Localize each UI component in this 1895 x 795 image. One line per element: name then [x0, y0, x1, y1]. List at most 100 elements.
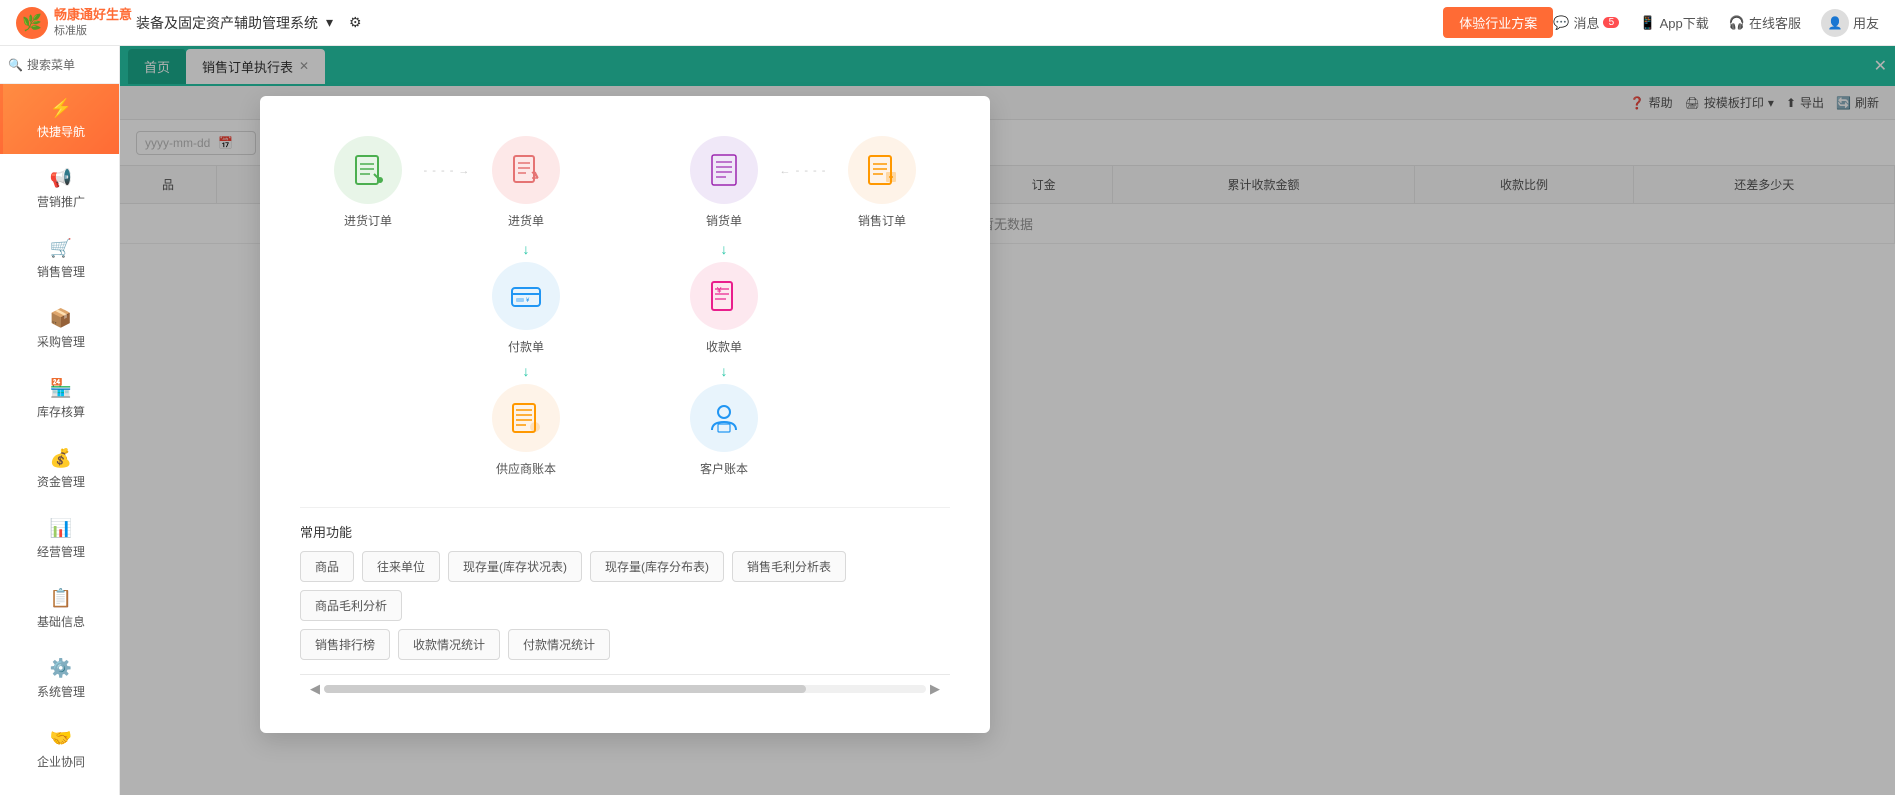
customer-ledger-label: 客户账本 [700, 460, 748, 477]
sales-bill-label: 销货单 [706, 212, 742, 229]
svg-text:¥: ¥ [716, 286, 722, 295]
receipt-label: 收款单 [706, 338, 742, 355]
arrow-purchase-order-to-bill: - - - - → [402, 165, 492, 201]
sidebar-item-inventory[interactable]: 🏪 库存核算 [0, 364, 119, 434]
scroll-track[interactable] [324, 685, 926, 693]
flow-node-purchase-bill[interactable]: 进货单 [492, 136, 560, 229]
spacer-right2 [848, 237, 916, 355]
flow-node-payment[interactable]: ¥ 付款单 [492, 262, 560, 355]
flow-node-purchase-order[interactable]: 进货订单 [334, 136, 402, 229]
spacer-mid2 [560, 237, 690, 355]
logo: 🌿 畅康通好生意 标准版 [16, 7, 136, 39]
scroll-right-icon[interactable]: ▶ [930, 681, 940, 697]
btn-goods-gross[interactable]: 商品毛利分析 [300, 590, 402, 621]
customer-ledger-col: ↓ 客户账本 [690, 359, 758, 477]
arrow-purchase-to-payment: ↓ [523, 237, 530, 262]
system-title: 装备及固定资产辅助管理系统 [136, 13, 318, 33]
sales-order-circle [848, 136, 916, 204]
purchase-icon: 📦 [50, 308, 72, 329]
basics-icon: 📋 [50, 588, 72, 609]
sales-bill-circle [690, 136, 758, 204]
customer-ledger-circle [690, 384, 758, 452]
scroll-left-icon[interactable]: ◀ [310, 681, 320, 697]
btn-partners[interactable]: 往来单位 [362, 551, 440, 582]
left-col-flow [334, 237, 402, 355]
sidebar: 🔍 搜索菜单 ⚡ 快捷导航 📢 营销推广 🛒 销售管理 📦 采购管理 🏪 库存核… [0, 46, 120, 795]
supplier-ledger-circle [492, 384, 560, 452]
finance-icon: 💰 [50, 448, 72, 469]
arrow-sales-order-to-bill: ← - - - - [758, 165, 848, 201]
sidebar-item-sales[interactable]: 🛒 销售管理 [0, 224, 119, 294]
flow-node-sales-order[interactable]: 销售订单 [848, 136, 916, 229]
spacer-left [402, 237, 492, 355]
flow-node-customer-ledger[interactable]: 客户账本 [690, 384, 758, 477]
scroll-bar-area: ◀ ▶ [300, 674, 950, 703]
sidebar-item-system[interactable]: ⚙️ 系统管理 [0, 644, 119, 714]
logo-icon: 🌿 [16, 7, 48, 39]
scroll-thumb [324, 685, 806, 693]
title-dropdown-icon[interactable]: ▾ [326, 14, 333, 31]
message-icon: 💬 [1553, 15, 1569, 31]
modal-overlay[interactable]: 进货订单 - - - - → [120, 46, 1895, 795]
app-download-button[interactable]: 📱 App下载 [1639, 13, 1708, 32]
search-menu-button[interactable]: 🔍 搜索菜单 [0, 46, 119, 84]
quick-nav-icon: ⚡ [50, 98, 72, 119]
purchase-bill-circle [492, 136, 560, 204]
payment-label: 付款单 [508, 338, 544, 355]
operations-icon: 📊 [50, 518, 72, 539]
supplier-ledger-col: ↓ [492, 359, 560, 477]
btn-payment-stats[interactable]: 付款情况统计 [508, 629, 610, 660]
sidebar-item-cooperation[interactable]: 🤝 企业协同 [0, 714, 119, 784]
download-icon: 📱 [1639, 15, 1655, 31]
spacer-br2 [848, 359, 916, 477]
flow-node-receipt[interactable]: ¥ 收款单 [690, 262, 758, 355]
modal-content: 进货订单 - - - - → [260, 96, 990, 733]
spacer-bl2 [402, 359, 492, 477]
btn-sales-rank[interactable]: 销售排行榜 [300, 629, 390, 660]
user-menu[interactable]: 👤 用友 [1821, 9, 1879, 37]
sidebar-item-basics[interactable]: 📋 基础信息 [0, 574, 119, 644]
cf-buttons-row2: 销售排行榜 收款情况统计 付款情况统计 [300, 629, 950, 660]
spacer-bl1 [334, 359, 402, 477]
btn-sales-gross[interactable]: 销售毛利分析表 [732, 551, 846, 582]
online-service-button[interactable]: 🎧 在线客服 [1729, 13, 1801, 32]
settings-icon[interactable]: ⚙ [349, 14, 362, 31]
messages-button[interactable]: 💬 消息 5 [1553, 13, 1619, 32]
purchase-order-circle [334, 136, 402, 204]
spacer-br1 [758, 359, 848, 477]
purchase-bill-label: 进货单 [508, 212, 544, 229]
sales-icon: 🛒 [50, 238, 72, 259]
sidebar-item-newbie[interactable]: 🎯 新手引导 [0, 784, 119, 795]
payment-col: ↓ ¥ [492, 237, 560, 355]
quick-nav-modal: 进货订单 - - - - → [260, 96, 990, 733]
common-functions: 常用功能 商品 往来单位 现存量(库存状况表) 现存量(库存分布表) 销售毛利分… [300, 507, 950, 660]
receipt-circle: ¥ [690, 262, 758, 330]
btn-stock-dist[interactable]: 现存量(库存分布表) [590, 551, 724, 582]
btn-stock-status[interactable]: 现存量(库存状况表) [448, 551, 582, 582]
avatar: 👤 [1821, 9, 1849, 37]
logo-text: 畅康通好生意 标准版 [54, 7, 132, 38]
flow-node-supplier-ledger[interactable]: 供应商账本 [492, 384, 560, 477]
supplier-ledger-label: 供应商账本 [496, 460, 556, 477]
btn-goods[interactable]: 商品 [300, 551, 354, 582]
trial-button[interactable]: 体验行业方案 [1443, 7, 1553, 38]
marketing-icon: 📢 [50, 168, 72, 189]
sidebar-item-finance[interactable]: 💰 资金管理 [0, 434, 119, 504]
arrow-sales-to-receipt: ↓ [721, 237, 728, 262]
common-functions-title: 常用功能 [300, 522, 950, 541]
inventory-icon: 🏪 [50, 378, 72, 399]
cf-buttons-row1: 商品 往来单位 现存量(库存状况表) 现存量(库存分布表) 销售毛利分析表 商品… [300, 551, 950, 621]
flow-node-sales-bill[interactable]: 销货单 [690, 136, 758, 229]
arrow-payment-to-supplier: ↓ [523, 359, 530, 384]
purchase-order-label: 进货订单 [344, 212, 392, 229]
sidebar-item-operations[interactable]: 📊 经营管理 [0, 504, 119, 574]
sidebar-item-quick-nav[interactable]: ⚡ 快捷导航 [0, 84, 119, 154]
spacer-right [758, 237, 848, 355]
arrow-receipt-to-customer: ↓ [721, 359, 728, 384]
cooperation-icon: 🤝 [50, 728, 72, 749]
content-area: 首页 销售订单执行表 ✕ ✕ ❓ 帮助 🖨 按模板打印 ▾ ⬆ 导出 [120, 46, 1895, 795]
btn-receipt-stats[interactable]: 收款情况统计 [398, 629, 500, 660]
sidebar-item-purchase[interactable]: 📦 采购管理 [0, 294, 119, 364]
sidebar-item-marketing[interactable]: 📢 营销推广 [0, 154, 119, 224]
search-icon: 🔍 [8, 58, 23, 72]
